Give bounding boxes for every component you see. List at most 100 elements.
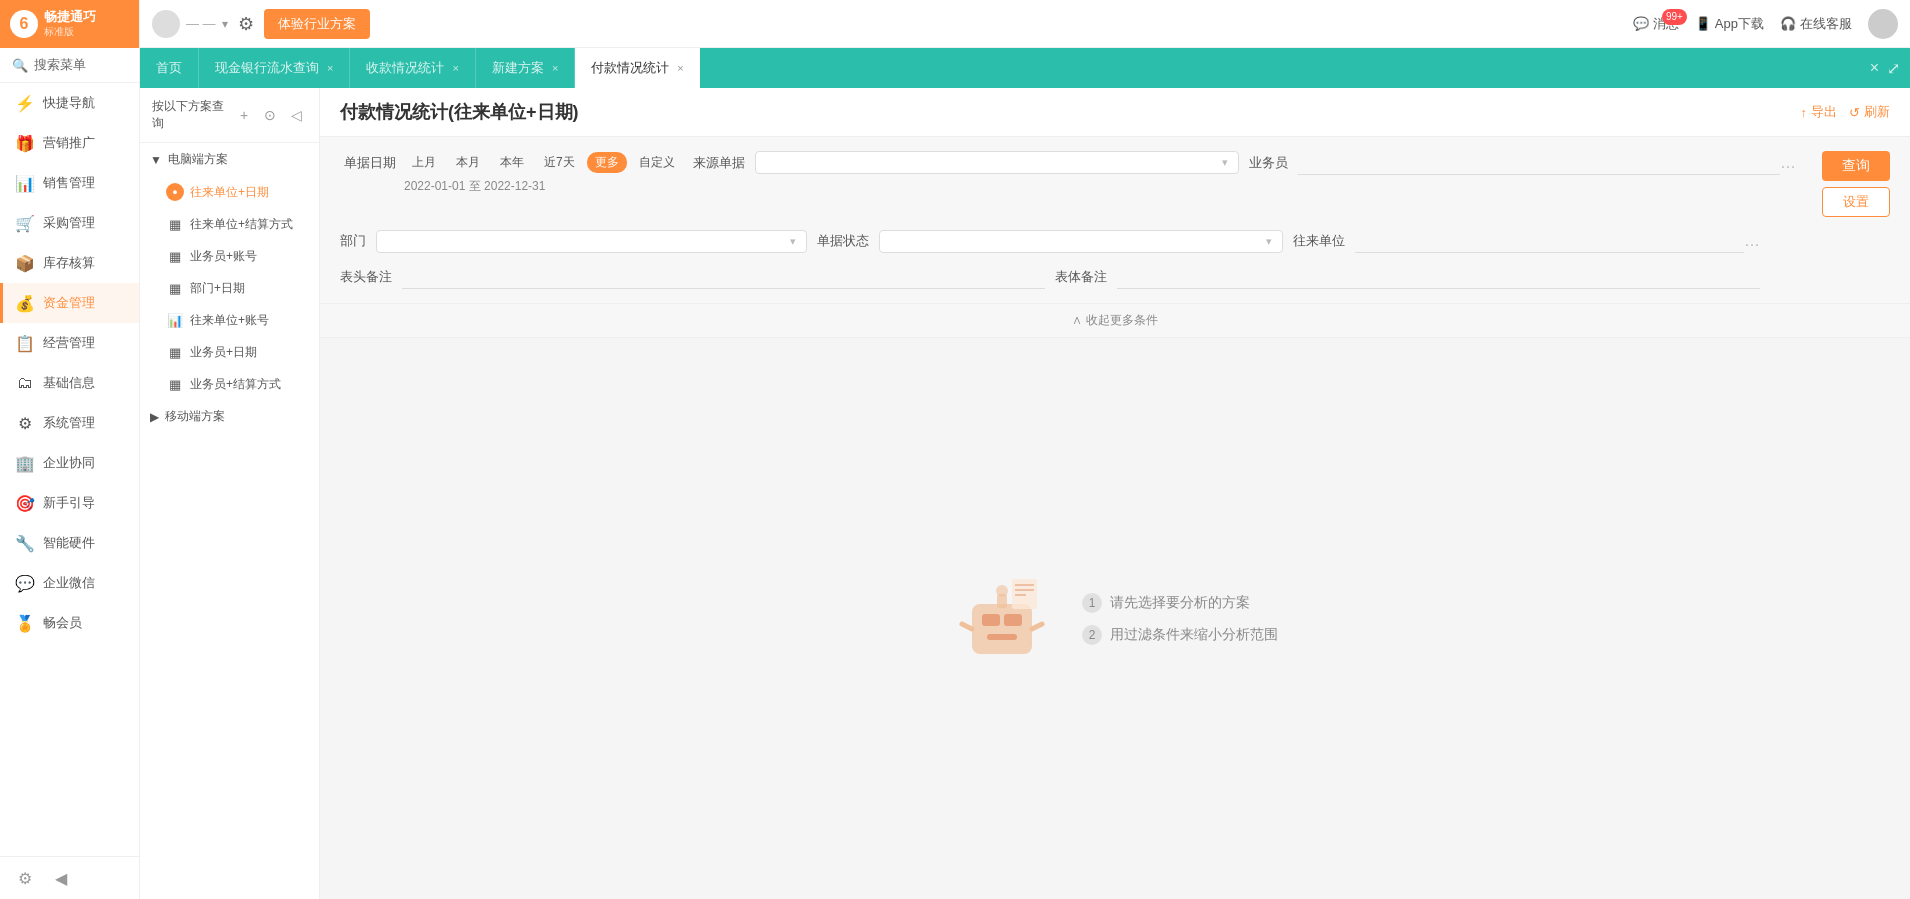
collapse-bar[interactable]: ∧ 收起更多条件 (320, 304, 1910, 338)
mobile-scheme-arrow: ▶ (150, 410, 159, 424)
sidebar-item-label: 采购管理 (43, 214, 95, 232)
date-option-custom[interactable]: 自定义 (631, 151, 683, 174)
scheme-item-unit-account[interactable]: 📊 往来单位+账号 (140, 304, 319, 336)
sidebar-item-label: 快捷导航 (43, 94, 95, 112)
sidebar-item-weixin[interactable]: 💬 企业微信 (0, 563, 139, 603)
collapse-sidebar-icon[interactable]: ◀ (48, 865, 74, 891)
add-scheme-icon[interactable]: + (233, 104, 255, 126)
scheme-setting-icon[interactable]: ⊙ (259, 104, 281, 126)
mobile-scheme-group[interactable]: ▶ 移动端方案 (140, 400, 319, 433)
receipt-tab-close[interactable]: × (452, 62, 458, 74)
date-option-7days[interactable]: 近7天 (536, 151, 583, 174)
scheme-item-dept-date[interactable]: ▦ 部门+日期 (140, 272, 319, 304)
dept-select[interactable]: ▾ (376, 230, 807, 253)
refresh-button[interactable]: ↺ 刷新 (1849, 103, 1890, 121)
export-button[interactable]: ↑ 导出 (1801, 103, 1838, 121)
svg-point-5 (996, 585, 1008, 597)
partner-ellipsis-icon[interactable]: … (1744, 232, 1760, 250)
topbar-gear-icon[interactable]: ⚙ (238, 13, 254, 35)
service-icon: 🎧 (1780, 16, 1796, 31)
staff-ellipsis-icon[interactable]: … (1780, 154, 1796, 172)
page-header-actions: ↑ 导出 ↺ 刷新 (1801, 103, 1891, 121)
partner-input[interactable] (1355, 229, 1744, 253)
date-option-more[interactable]: 更多 (587, 152, 627, 173)
sidebar-item-basic[interactable]: 🗂 基础信息 (0, 363, 139, 403)
new-scheme-tab-close[interactable]: × (552, 62, 558, 74)
date-option-this-month[interactable]: 本月 (448, 151, 488, 174)
date-option-last-month[interactable]: 上月 (404, 151, 444, 174)
sidebar-item-hardware[interactable]: 🔧 智能硬件 (0, 523, 139, 563)
svg-rect-2 (1004, 614, 1022, 626)
search-menu[interactable]: 🔍 搜索菜单 (0, 48, 139, 83)
svg-rect-1 (982, 614, 1000, 626)
main-area: — — ▾ ⚙ 体验行业方案 💬 消息 99+ 📱 App下载 🎧 在线客服 (140, 0, 1910, 899)
sidebar-item-guide[interactable]: 🎯 新手引导 (0, 483, 139, 523)
sidebar-logo: 6 畅捷通巧 标准版 (0, 0, 139, 48)
trial-button[interactable]: 体验行业方案 (264, 9, 370, 39)
scheme-item-chart-icon: 📊 (166, 311, 184, 329)
pc-scheme-group[interactable]: ▼ 电脑端方案 (140, 143, 319, 176)
tab-receipt[interactable]: 收款情况统计 × (350, 48, 475, 88)
notifications-btn[interactable]: 💬 消息 99+ (1633, 15, 1679, 33)
head-note-input[interactable] (402, 265, 1045, 289)
online-service-btn[interactable]: 🎧 在线客服 (1780, 15, 1852, 33)
source-select[interactable]: ▾ (755, 151, 1240, 174)
date-option-this-year[interactable]: 本年 (492, 151, 532, 174)
scheme-item-unit-settle[interactable]: ▦ 往来单位+结算方式 (140, 208, 319, 240)
filter-body: 单据日期 上月 本月 本年 近7天 更多 自定义 2022-01-0 (320, 137, 1910, 304)
doc-status-select-arrow: ▾ (1266, 235, 1272, 248)
sidebar-item-system[interactable]: ⚙ 系统管理 (0, 403, 139, 443)
sidebar-item-shortcut[interactable]: ⚡ 快捷导航 (0, 83, 139, 123)
app-icon: 📱 (1695, 16, 1711, 31)
system-icon: ⚙ (15, 413, 35, 433)
scheme-item-label: 往来单位+账号 (190, 312, 269, 329)
settings-footer-icon[interactable]: ⚙ (12, 865, 38, 891)
receipt-tab-label: 收款情况统计 (366, 59, 444, 77)
scheme-item-staff-date[interactable]: ▦ 业务员+日期 (140, 336, 319, 368)
scheme-item-label: 往来单位+日期 (190, 184, 269, 201)
tip-2-text: 用过滤条件来缩小分析范围 (1110, 626, 1278, 644)
body-note-input[interactable] (1117, 265, 1760, 289)
sidebar-item-member[interactable]: 🏅 畅会员 (0, 603, 139, 643)
scheme-item-icon: ▦ (166, 279, 184, 297)
filter-area: 付款情况统计(往来单位+日期) ↑ 导出 ↺ 刷新 (320, 88, 1910, 899)
payment-tab-close[interactable]: × (677, 62, 683, 74)
sidebar-item-sales[interactable]: 📊 销售管理 (0, 163, 139, 203)
tab-payment[interactable]: 付款情况统计 × (575, 48, 699, 88)
tab-new-scheme[interactable]: 新建方案 × (476, 48, 575, 88)
bank-tab-close[interactable]: × (327, 62, 333, 74)
sidebar-item-label: 系统管理 (43, 414, 95, 432)
basic-icon: 🗂 (15, 373, 35, 393)
sidebar-item-purchase[interactable]: 🛒 采购管理 (0, 203, 139, 243)
empty-tips: 1 请先选择要分析的方案 2 用过滤条件来缩小分析范围 (1082, 593, 1278, 645)
sidebar-nav: ⚡ 快捷导航 🎁 营销推广 📊 销售管理 🛒 采购管理 📦 库存核算 💰 资金管… (0, 83, 139, 856)
user-avatar[interactable] (1868, 9, 1898, 39)
empty-tip-1: 1 请先选择要分析的方案 (1082, 593, 1278, 613)
sidebar-item-operation[interactable]: 📋 经营管理 (0, 323, 139, 363)
empty-state-content: 1 请先选择要分析的方案 2 用过滤条件来缩小分析范围 (952, 569, 1278, 669)
app-download-btn[interactable]: 📱 App下载 (1695, 15, 1764, 33)
scheme-item-staff-account[interactable]: ▦ 业务员+账号 (140, 240, 319, 272)
sidebar-item-marketing[interactable]: 🎁 营销推广 (0, 123, 139, 163)
tab-bank[interactable]: 现金银行流水查询 × (199, 48, 350, 88)
doc-status-select[interactable]: ▾ (879, 230, 1284, 253)
tab-home[interactable]: 首页 (140, 48, 199, 88)
window-expand-icon[interactable]: ⤢ (1887, 59, 1900, 78)
settings-button[interactable]: 设置 (1822, 187, 1890, 217)
scheme-item-unit-date[interactable]: ● 往来单位+日期 (140, 176, 319, 208)
mobile-scheme-label: 移动端方案 (165, 408, 225, 425)
sales-icon: 📊 (15, 173, 35, 193)
sidebar-item-inventory[interactable]: 📦 库存核算 (0, 243, 139, 283)
scheme-header-icons: + ⊙ ◁ (233, 104, 307, 126)
staff-input[interactable] (1298, 151, 1780, 175)
sidebar-item-capital[interactable]: 💰 资金管理 (0, 283, 139, 323)
search-icon: 🔍 (12, 58, 28, 73)
window-close-icon[interactable]: × (1870, 59, 1879, 77)
query-button[interactable]: 查询 (1822, 151, 1890, 181)
scheme-item-staff-settle[interactable]: ▦ 业务员+结算方式 (140, 368, 319, 400)
profile[interactable]: — — ▾ (152, 10, 228, 38)
purchase-icon: 🛒 (15, 213, 35, 233)
sidebar-item-enterprise[interactable]: 🏢 企业协同 (0, 443, 139, 483)
scheme-collapse-icon[interactable]: ◁ (285, 104, 307, 126)
tip-num-1: 1 (1082, 593, 1102, 613)
